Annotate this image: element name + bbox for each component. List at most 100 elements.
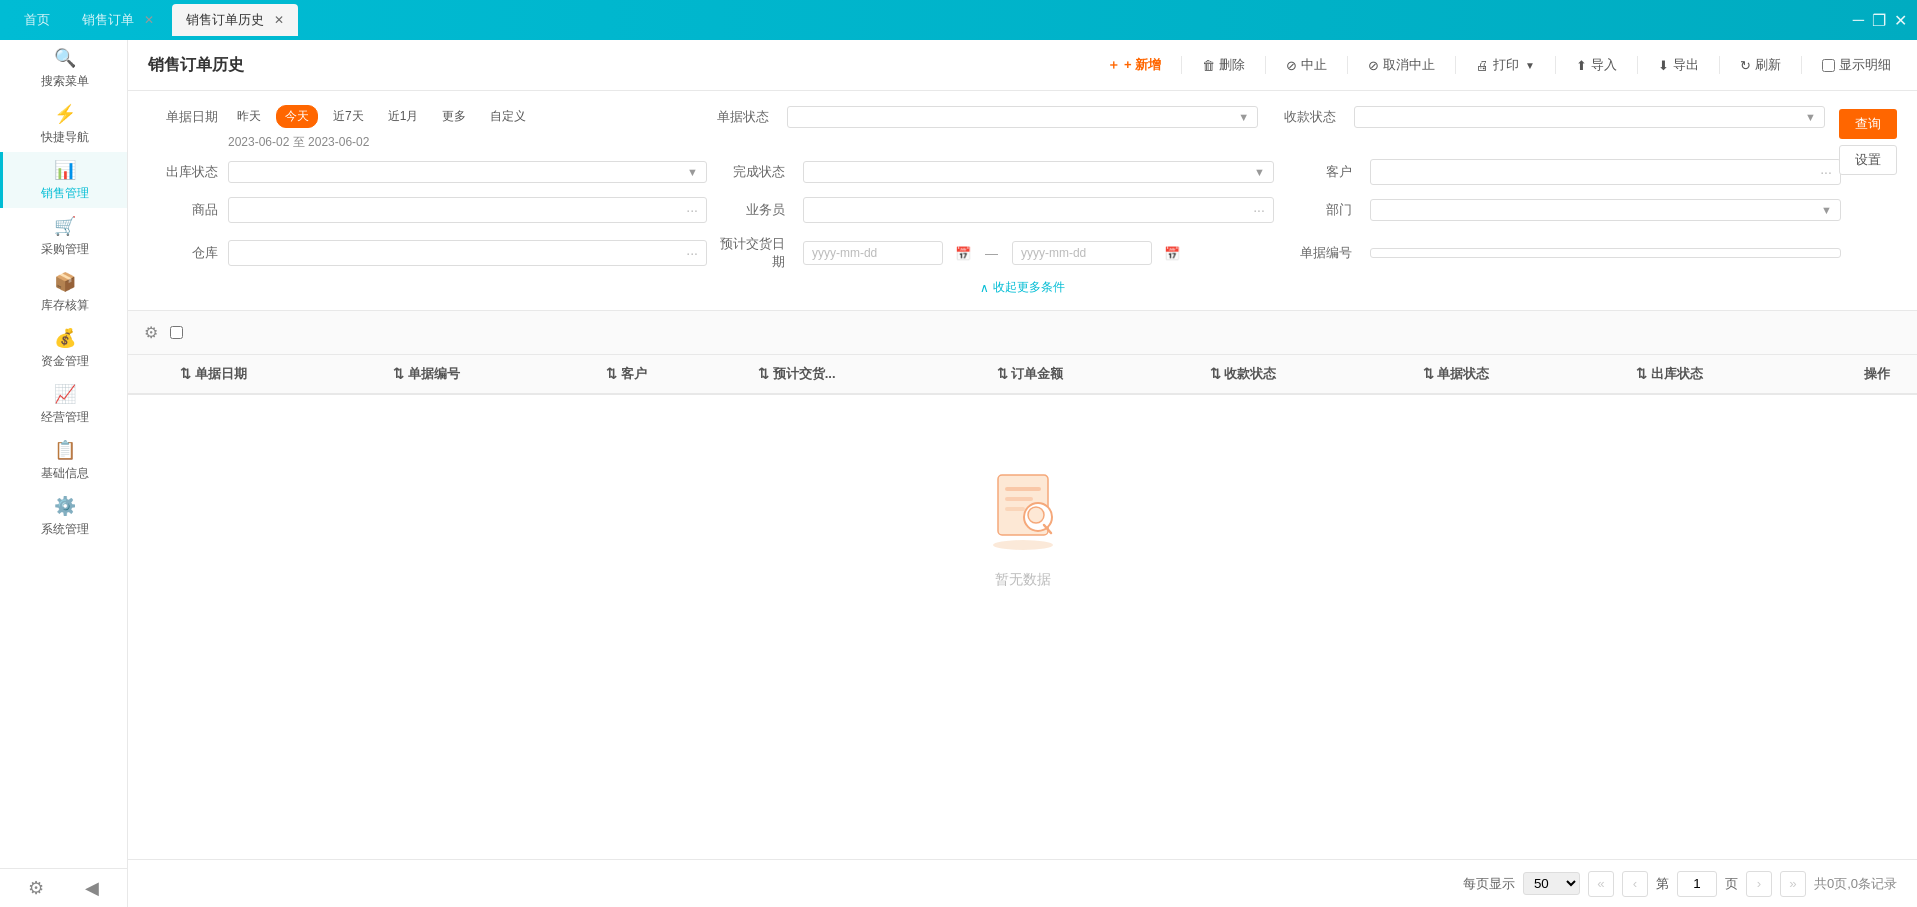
query-button[interactable]: 查询	[1839, 109, 1897, 139]
import-button[interactable]: ⬆ 导入	[1570, 52, 1623, 78]
th-bill-no[interactable]: ⇅ 单据编号	[381, 355, 594, 394]
bill-status-col: 单据状态 ▼	[699, 106, 1258, 128]
export-button[interactable]: ⬇ 导出	[1652, 52, 1705, 78]
sidebar-item-operations[interactable]: 📈 经营管理	[0, 376, 127, 432]
complete-status-label: 完成状态	[715, 163, 795, 181]
th-bill-date[interactable]: ⇅ 单据日期	[168, 355, 381, 394]
calendar-from-icon[interactable]: 📅	[955, 246, 971, 261]
sidebar-settings-icon[interactable]: ⚙	[28, 877, 44, 899]
tab-sales-order-history[interactable]: 销售订单历史 ✕	[172, 4, 298, 36]
print-button[interactable]: 🖨 打印 ▼	[1470, 52, 1541, 78]
th-customer[interactable]: ⇅ 客户	[594, 355, 746, 394]
expected-date-from-input[interactable]: yyyy-mm-dd	[803, 241, 943, 265]
customer-input[interactable]: ···	[1370, 159, 1841, 185]
sidebar-collapse-icon[interactable]: ◀	[85, 877, 99, 899]
bill-no-col: 单据编号	[1282, 244, 1841, 262]
per-page-label: 每页显示	[1463, 875, 1515, 893]
sidebar-item-inventory[interactable]: 📦 库存核算	[0, 264, 127, 320]
empty-text: 暂无数据	[995, 571, 1051, 589]
th-expected-delivery[interactable]: ⇅ 预计交货...	[746, 355, 985, 394]
restore-btn[interactable]: ❐	[1872, 11, 1886, 30]
per-page-select[interactable]: 10 20 50 100	[1523, 872, 1580, 895]
date-btn-7days[interactable]: 近7天	[324, 105, 373, 128]
salesperson-input[interactable]: ···	[803, 197, 1274, 223]
bill-status-select[interactable]: ▼	[787, 106, 1258, 128]
close-tab-sales-order[interactable]: ✕	[144, 13, 154, 27]
th-order-amount[interactable]: ⇅ 订单金额	[985, 355, 1198, 394]
print-icon: 🖨	[1476, 58, 1489, 73]
complete-status-col: 完成状态 ▼	[715, 161, 1274, 183]
salesperson-dots-icon[interactable]: ···	[1253, 202, 1265, 218]
close-btn[interactable]: ✕	[1894, 11, 1907, 30]
svg-rect-2	[1005, 487, 1041, 491]
content-area: 销售订单历史 ＋ + 新增 🗑 删除 ⊘ 中止 ⊘	[128, 40, 1917, 907]
tab-sales-order[interactable]: 销售订单 ✕	[68, 4, 168, 36]
warehouse-input[interactable]: ···	[228, 240, 707, 266]
expected-date-to-input[interactable]: yyyy-mm-dd	[1012, 241, 1152, 265]
window-controls: ─ ❐ ✕	[1853, 11, 1907, 30]
payment-status-select[interactable]: ▼	[1354, 106, 1825, 128]
dept-select[interactable]: ▼	[1370, 199, 1841, 221]
sidebar-item-purchase-mgmt[interactable]: 🛒 采购管理	[0, 208, 127, 264]
date-btn-today[interactable]: 今天	[276, 105, 318, 128]
minimize-btn[interactable]: ─	[1853, 11, 1864, 29]
cancel-stop-button[interactable]: ⊘ 取消中止	[1362, 52, 1441, 78]
date-btn-yesterday[interactable]: 昨天	[228, 105, 270, 128]
page-input[interactable]	[1677, 871, 1717, 897]
sidebar-item-sales-mgmt[interactable]: 📊 销售管理	[0, 152, 127, 208]
outbound-status-select[interactable]: ▼	[228, 161, 707, 183]
sidebar-item-search-menu[interactable]: 🔍 搜索菜单	[0, 40, 127, 96]
calendar-to-icon[interactable]: 📅	[1164, 246, 1180, 261]
svg-point-6	[1028, 507, 1044, 523]
collapse-filter-bar[interactable]: ∧ 收起更多条件	[148, 279, 1897, 296]
print-arrow-icon: ▼	[1525, 60, 1535, 71]
th-payment-status[interactable]: ⇅ 收款状态	[1198, 355, 1411, 394]
set-button[interactable]: 设置	[1839, 145, 1897, 175]
filter-section: 单据日期 昨天 今天 近7天 近1月 更多 自定义	[128, 91, 1917, 311]
filter-row-date: 单据日期 昨天 今天 近7天 近1月 更多 自定义	[148, 105, 1825, 128]
top-bar: 首页 销售订单 ✕ 销售订单历史 ✕ ─ ❐ ✕	[0, 0, 1917, 40]
table-select-all-checkbox[interactable]	[170, 326, 183, 339]
date-filter-label: 单据日期	[148, 108, 228, 126]
next-page-button[interactable]: ›	[1746, 871, 1772, 897]
th-bill-status[interactable]: ⇅ 单据状态	[1411, 355, 1624, 394]
payment-status-col: 收款状态 ▼	[1266, 106, 1825, 128]
date-btn-1month[interactable]: 近1月	[379, 105, 428, 128]
prev-page-button[interactable]: ‹	[1622, 871, 1648, 897]
import-icon: ⬆	[1576, 58, 1587, 73]
date-btn-custom[interactable]: 自定义	[481, 105, 535, 128]
stop-button[interactable]: ⊘ 中止	[1280, 52, 1333, 78]
filter-row-outbound: 出库状态 ▼ 完成状态 ▼	[148, 159, 1825, 185]
display-cols-checkbox[interactable]	[1822, 59, 1835, 72]
page-header: 销售订单历史 ＋ + 新增 🗑 删除 ⊘ 中止 ⊘	[128, 40, 1917, 91]
th-outbound-status[interactable]: ⇅ 出库状态	[1624, 355, 1837, 394]
sidebar-item-sys-mgmt[interactable]: ⚙️ 系统管理	[0, 488, 127, 544]
sidebar-item-quick-nav[interactable]: ⚡ 快捷导航	[0, 96, 127, 152]
bill-no-input[interactable]	[1370, 248, 1841, 258]
first-page-button[interactable]: «	[1588, 871, 1614, 897]
last-page-button[interactable]: »	[1780, 871, 1806, 897]
table-header: ⇅ 单据日期 ⇅ 单据编号 ⇅ 客户	[128, 355, 1917, 394]
display-cols-toggle[interactable]: 显示明细	[1816, 52, 1897, 78]
refresh-icon: ↻	[1740, 58, 1751, 73]
sidebar-item-finance[interactable]: 💰 资金管理	[0, 320, 127, 376]
sidebar-item-basic-info[interactable]: 📋 基础信息	[0, 432, 127, 488]
sales-mgmt-icon: 📊	[54, 159, 76, 181]
add-button[interactable]: ＋ + 新增	[1101, 52, 1167, 78]
date-range-text: 2023-06-02 至 2023-06-02	[228, 134, 369, 151]
warehouse-dots-icon[interactable]: ···	[686, 245, 698, 261]
page-title: 销售订单历史	[148, 55, 244, 76]
dept-label: 部门	[1282, 201, 1362, 219]
tab-home[interactable]: 首页	[10, 4, 64, 36]
complete-status-select[interactable]: ▼	[803, 161, 1274, 183]
product-dots-icon[interactable]: ···	[686, 202, 698, 218]
refresh-button[interactable]: ↻ 刷新	[1734, 52, 1787, 78]
empty-state: 暂无数据	[128, 395, 1917, 649]
date-btn-more[interactable]: 更多	[433, 105, 475, 128]
filter-row-product: 商品 ··· 业务员 ···	[148, 197, 1825, 223]
empty-illustration	[973, 455, 1073, 555]
table-settings-icon[interactable]: ⚙	[144, 323, 158, 342]
close-tab-sales-order-history[interactable]: ✕	[274, 13, 284, 27]
delete-button[interactable]: 🗑 删除	[1196, 52, 1251, 78]
product-input[interactable]: ···	[228, 197, 707, 223]
